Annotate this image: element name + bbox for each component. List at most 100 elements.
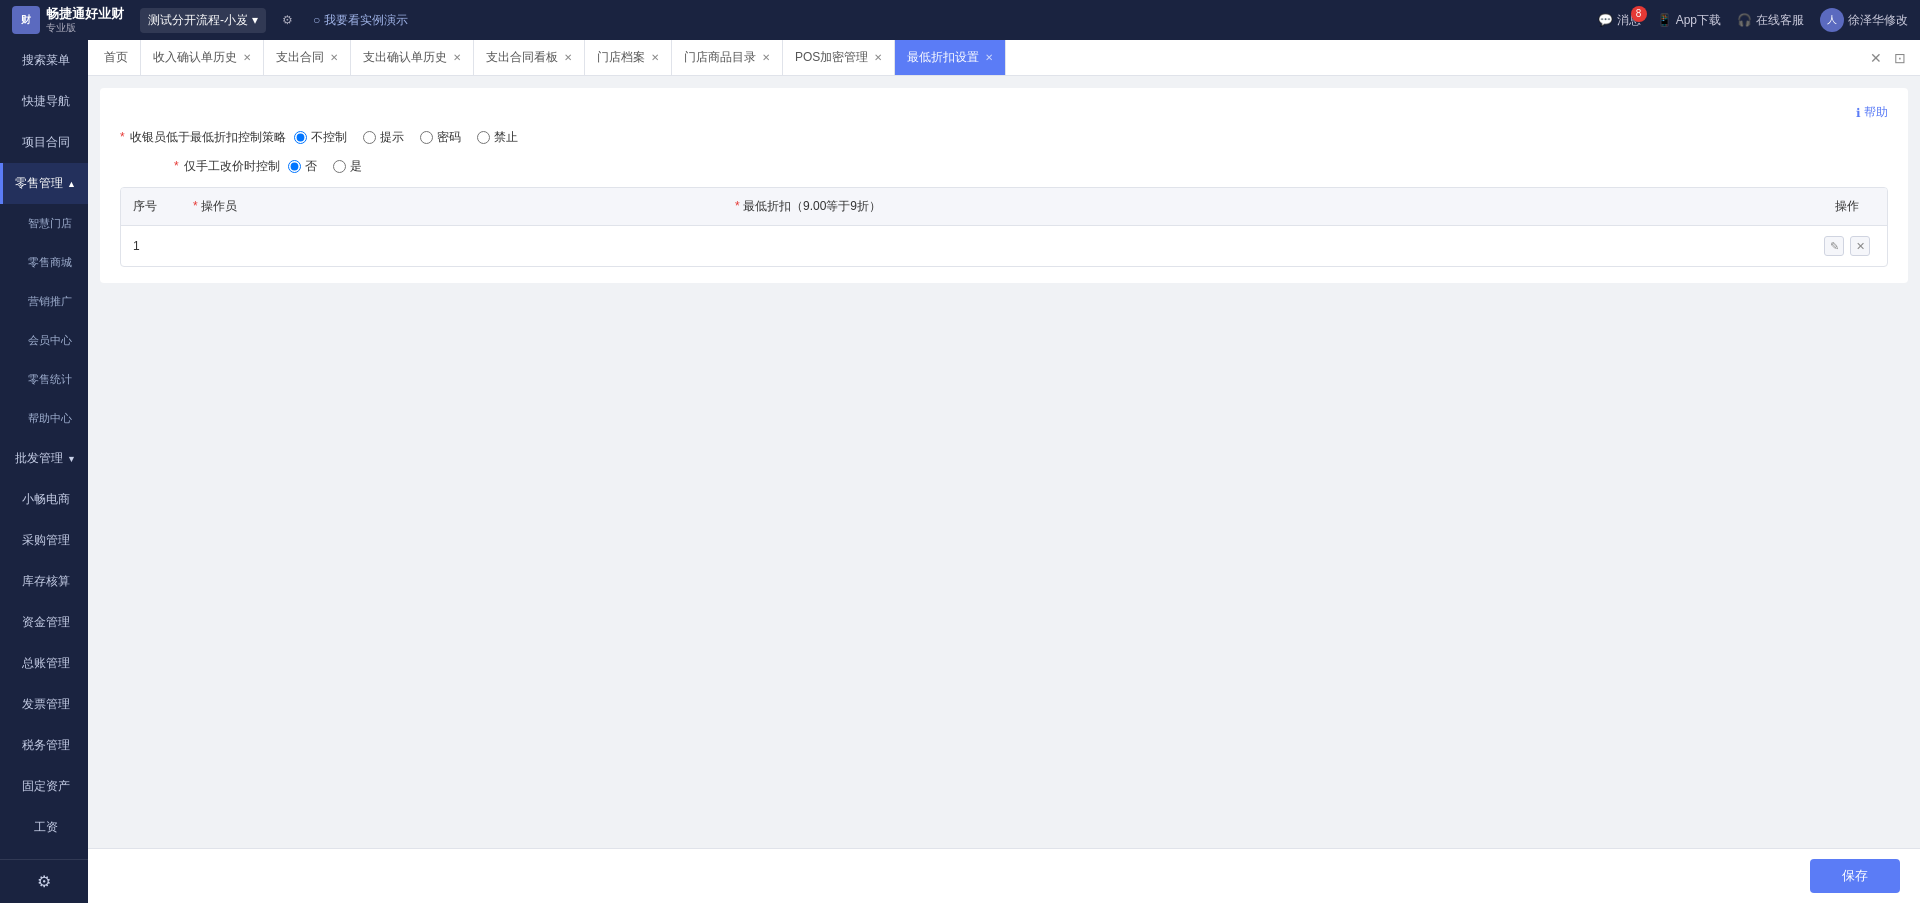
project-name: 测试分开流程-小岌 [148, 12, 248, 29]
sidebar-item-project-contract[interactable]: 项目合同 [0, 122, 88, 163]
tab-payment-contract-close[interactable]: ✕ [330, 52, 338, 63]
tab-pos-password-mgmt-close[interactable]: ✕ [874, 52, 882, 63]
tab-store-archive[interactable]: 门店档案 ✕ [585, 40, 672, 76]
tab-payment-contract[interactable]: 支出合同 ✕ [264, 40, 351, 76]
main-layout: 搜索菜单 快捷导航 项目合同 零售管理 ▲ 智慧门店 零售商城 营销推广 会员中… [0, 40, 1920, 903]
radio-manual-no-label: 否 [305, 158, 317, 175]
tab-payment-confirm-history-close[interactable]: ✕ [453, 52, 461, 63]
logo-text: 畅捷通好业财 专业版 [46, 6, 124, 34]
sidebar-item-retail-mgmt[interactable]: 零售管理 ▲ [0, 163, 88, 204]
tab-income-confirm-history[interactable]: 收入确认单历史 ✕ [141, 40, 264, 76]
sidebar-label-inventory: 库存核算 [7, 573, 84, 590]
cell-operator [181, 226, 723, 267]
tab-min-discount-settings[interactable]: 最低折扣设置 ✕ [895, 40, 1006, 76]
manual-control-radio-group: 否 是 [288, 158, 362, 175]
radio-manual-yes-input[interactable] [333, 160, 346, 173]
sidebar-item-member-center[interactable]: 会员中心 [0, 321, 88, 360]
radio-manual-yes[interactable]: 是 [333, 158, 362, 175]
tab-store-product-catalog[interactable]: 门店商品目录 ✕ [672, 40, 783, 76]
radio-no-control-input[interactable] [294, 131, 307, 144]
tab-home-label: 首页 [104, 49, 128, 66]
tab-expand-button[interactable]: ⊡ [1892, 48, 1908, 68]
tab-min-discount-settings-close[interactable]: ✕ [985, 52, 993, 63]
tab-store-archive-close[interactable]: ✕ [651, 52, 659, 63]
logo-sub: 专业版 [46, 22, 124, 34]
sidebar-label-purchase-mgmt: 采购管理 [7, 532, 84, 549]
col-header-seq: 序号 [121, 188, 181, 226]
col-header-operator: * 操作员 [181, 188, 723, 226]
tab-payment-confirm-history[interactable]: 支出确认单历史 ✕ [351, 40, 474, 76]
manual-control-row: * 仅手工改价时控制 否 是 [120, 158, 1888, 175]
radio-no-control[interactable]: 不控制 [294, 129, 347, 146]
settings-icon[interactable]: ⚙ [282, 13, 293, 27]
sidebar-item-retail-mall[interactable]: 零售商城 [0, 243, 88, 282]
radio-password-input[interactable] [420, 131, 433, 144]
tab-income-confirm-history-close[interactable]: ✕ [243, 52, 251, 63]
sidebar-label-smart-store: 智慧门店 [15, 216, 84, 231]
table-container: 序号 * 操作员 * 最低折扣（9.00等于9折） [120, 187, 1888, 267]
tab-payment-contract-label: 支出合同 [276, 49, 324, 66]
demo-link[interactable]: ○ 我要看实例演示 [313, 12, 408, 29]
table-row: 1 ✎ ✕ [121, 226, 1887, 267]
user-item[interactable]: 人 徐泽华修改 [1820, 8, 1908, 32]
sidebar-item-general-ledger[interactable]: 总账管理 [0, 643, 88, 684]
sidebar-label-project-contract: 项目合同 [7, 134, 84, 151]
gear-button[interactable]: ⚙ [0, 860, 88, 903]
logo-icon: 财 [12, 6, 40, 34]
radio-password[interactable]: 密码 [420, 129, 461, 146]
logo-main: 畅捷通好业财 [46, 6, 124, 22]
tab-home[interactable]: 首页 [92, 40, 141, 76]
sidebar-label-salary: 工资 [7, 819, 84, 836]
sidebar-item-quick-nav[interactable]: 快捷导航 [0, 81, 88, 122]
avatar: 人 [1820, 8, 1844, 32]
page-footer: 保存 [88, 848, 1920, 903]
tab-pos-password-mgmt[interactable]: POS加密管理 ✕ [783, 40, 895, 76]
tab-payment-contract-board-close[interactable]: ✕ [564, 52, 572, 63]
edit-button[interactable]: ✎ [1824, 236, 1844, 256]
help-label: 帮助 [1864, 104, 1888, 121]
sidebar-item-inventory[interactable]: 库存核算 [0, 561, 88, 602]
messages-badge: 8 [1631, 6, 1647, 22]
radio-forbid[interactable]: 禁止 [477, 129, 518, 146]
radio-remind-input[interactable] [363, 131, 376, 144]
tab-store-product-catalog-close[interactable]: ✕ [762, 52, 770, 63]
tab-store-product-catalog-label: 门店商品目录 [684, 49, 756, 66]
customer-service-item[interactable]: 🎧 在线客服 [1737, 12, 1804, 29]
messages-item[interactable]: 💬 消息 8 [1598, 12, 1641, 29]
sidebar-label-quick-nav: 快捷导航 [7, 93, 84, 110]
sidebar-item-salary[interactable]: 工资 [0, 807, 88, 848]
radio-remind[interactable]: 提示 [363, 129, 404, 146]
help-link[interactable]: ℹ 帮助 [1856, 104, 1888, 121]
tab-close-button[interactable]: ✕ [1868, 48, 1884, 68]
radio-manual-no-input[interactable] [288, 160, 301, 173]
sidebar: 搜索菜单 快捷导航 项目合同 零售管理 ▲ 智慧门店 零售商城 营销推广 会员中… [0, 40, 88, 903]
manual-control-label: * 仅手工改价时控制 [120, 158, 280, 175]
sidebar-item-smart-store[interactable]: 智慧门店 [0, 204, 88, 243]
radio-manual-no[interactable]: 否 [288, 158, 317, 175]
sidebar-item-purchase-mgmt[interactable]: 采购管理 [0, 520, 88, 561]
save-button[interactable]: 保存 [1810, 859, 1900, 893]
user-name: 徐泽华修改 [1848, 12, 1908, 29]
sidebar-item-finance[interactable]: 资金管理 [0, 602, 88, 643]
help-icon: ℹ [1856, 106, 1861, 120]
chevron-down-icon: ▼ [67, 454, 76, 464]
sidebar-item-tax-mgmt[interactable]: 税务管理 [0, 725, 88, 766]
topbar: 财 畅捷通好业财 专业版 测试分开流程-小岌 ▾ ⚙ ○ 我要看实例演示 💬 消… [0, 0, 1920, 40]
radio-forbid-input[interactable] [477, 131, 490, 144]
sidebar-item-ecommerce[interactable]: 小畅电商 [0, 479, 88, 520]
col-header-discount: * 最低折扣（9.00等于9折） [723, 188, 1807, 226]
tab-payment-contract-board[interactable]: 支出合同看板 ✕ [474, 40, 585, 76]
sidebar-item-wholesale-mgmt[interactable]: 批发管理 ▼ [0, 438, 88, 479]
app-download-item[interactable]: 📱 App下载 [1657, 12, 1721, 29]
sidebar-item-help-center[interactable]: 帮助中心 [0, 399, 88, 438]
project-selector[interactable]: 测试分开流程-小岌 ▾ [140, 8, 266, 33]
tab-pos-password-mgmt-label: POS加密管理 [795, 49, 868, 66]
sidebar-item-fixed-assets[interactable]: 固定资产 [0, 766, 88, 807]
sidebar-item-search[interactable]: 搜索菜单 [0, 40, 88, 81]
sidebar-item-marketing[interactable]: 营销推广 [0, 282, 88, 321]
sidebar-item-retail-stats[interactable]: 零售统计 [0, 360, 88, 399]
sidebar-item-invoice-mgmt[interactable]: 发票管理 [0, 684, 88, 725]
cell-min-discount [723, 226, 1807, 267]
sidebar-label-invoice-mgmt: 发票管理 [7, 696, 84, 713]
delete-button[interactable]: ✕ [1850, 236, 1870, 256]
